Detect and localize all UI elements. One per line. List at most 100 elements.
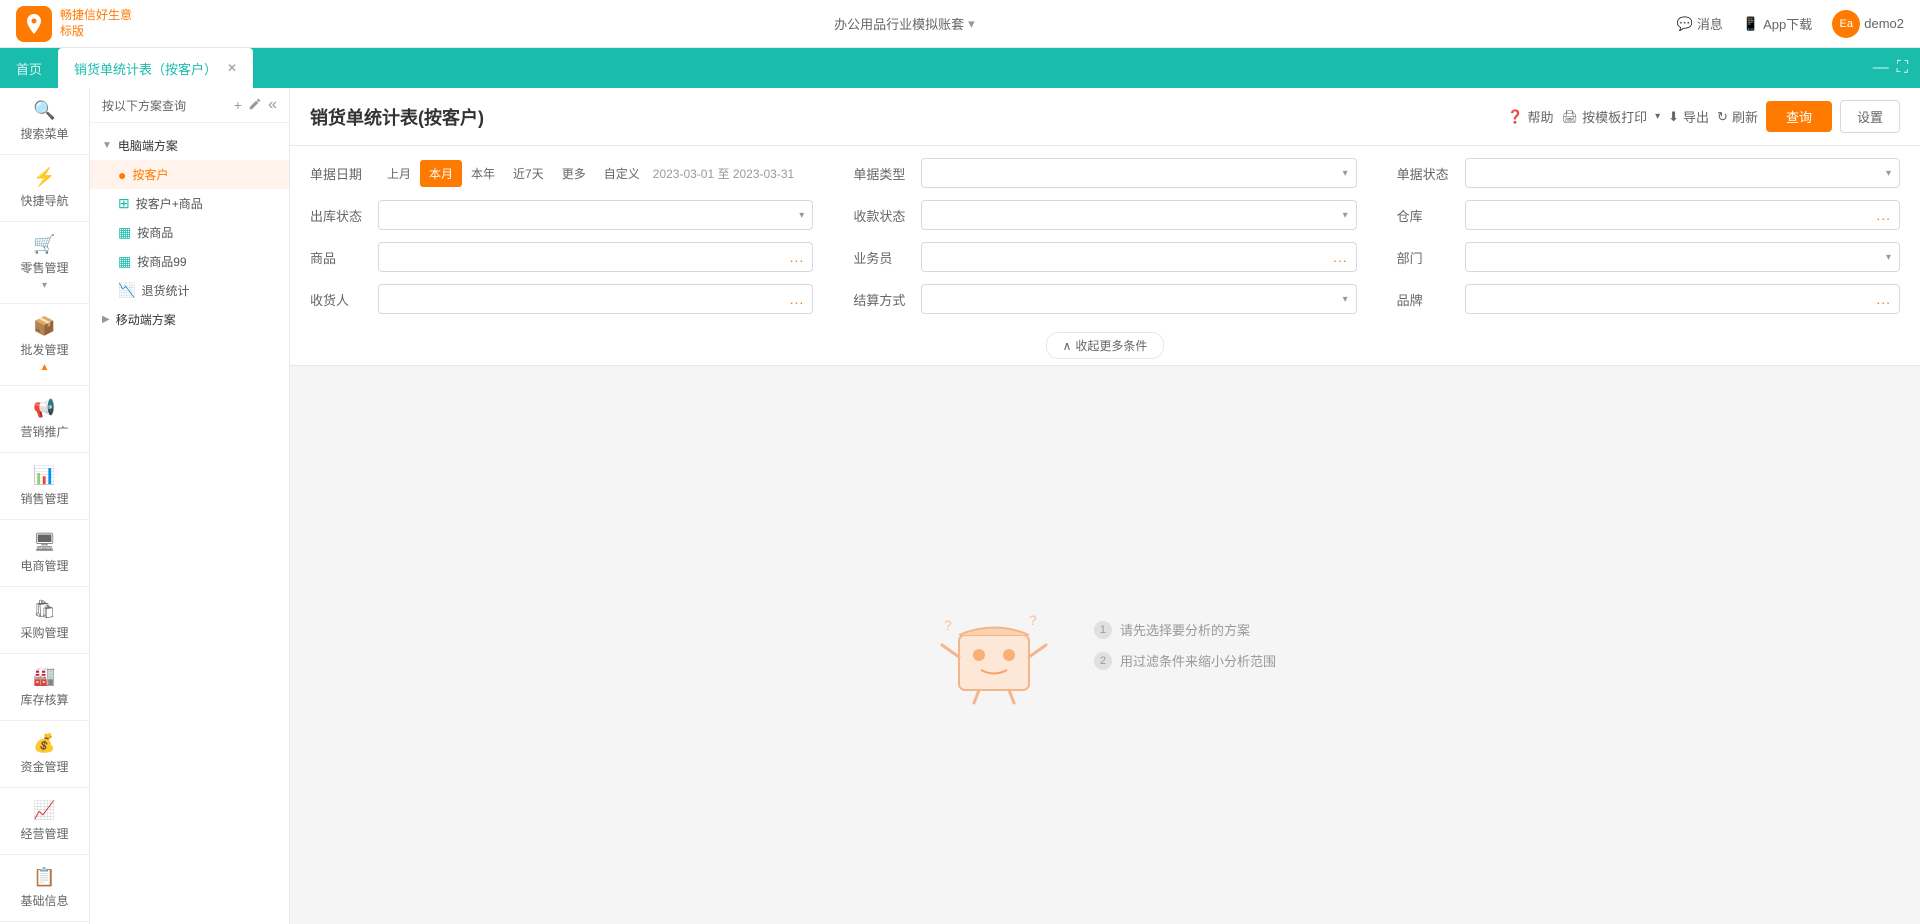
date-tab-lastmonth[interactable]: 上月: [378, 160, 420, 187]
department-select[interactable]: ▾: [1465, 242, 1900, 272]
settings-btn[interactable]: 设置: [1840, 100, 1900, 133]
tab-sales-stat[interactable]: 销货单统计表（按客户） ✕: [58, 48, 253, 88]
print-btn[interactable]: 🖨 按模板打印 ▾: [1562, 107, 1661, 126]
filter-doc-type-control: ▾: [921, 158, 1356, 188]
export-btn[interactable]: ⬇ 导出: [1668, 107, 1709, 126]
filter-row-1: 单据日期 上月 本月 本年 近7天 更多 自定义 20: [310, 158, 1900, 188]
filter-warehouse: 仓库 ...: [1397, 200, 1900, 230]
logo-text: 畅捷信好生意 标版: [60, 8, 132, 39]
wholesale-expand-icon: ▲: [40, 362, 50, 373]
print-dropdown-arrow: ▾: [1655, 111, 1660, 122]
receiver-select[interactable]: ...: [378, 284, 813, 314]
scheme-edit-btn[interactable]: [248, 97, 262, 114]
scheme-add-btn[interactable]: +: [234, 97, 242, 113]
filter-row-3: 商品 ... 业务员: [310, 242, 1900, 272]
sidebar-item-basic[interactable]: 📋 基础信息: [0, 855, 89, 922]
tab-minimize-btn[interactable]: —: [1873, 59, 1889, 77]
salesperson-select[interactable]: ...: [921, 242, 1356, 272]
user-profile[interactable]: Ea demo2: [1832, 10, 1904, 38]
tree-item-by-customer-product[interactable]: ⊞ 按客户+商品: [90, 189, 289, 218]
basic-icon: 📋: [33, 867, 55, 888]
date-tab-last7[interactable]: 近7天: [504, 160, 553, 187]
tree-item-return-stats[interactable]: 📉 退货统计: [90, 276, 289, 305]
warehouse-select[interactable]: ...: [1465, 200, 1900, 230]
help-btn[interactable]: ❓ 帮助: [1507, 107, 1553, 126]
date-tab-more[interactable]: 更多: [553, 160, 595, 187]
sidebar-item-purchase[interactable]: 🛍 采购管理: [0, 587, 89, 654]
tree-item-by-customer[interactable]: ● 按客户: [90, 160, 289, 189]
scheme-header-actions: + «: [234, 96, 277, 114]
receiver-dots: ...: [790, 291, 805, 307]
print-icon: 🖨: [1562, 109, 1579, 125]
doc-type-chevron: ▾: [1343, 168, 1348, 179]
date-tab-thismonth[interactable]: 本月: [420, 160, 462, 187]
empty-tip-2: 2 用过滤条件来缩小分析范围: [1094, 651, 1276, 670]
settlement-select[interactable]: ▾: [921, 284, 1356, 314]
ship-status-select[interactable]: ▾: [378, 200, 813, 230]
quicknav-icon: ⚡: [33, 167, 55, 188]
breadcrumb-dropdown-icon[interactable]: ▾: [968, 16, 975, 32]
tree-group-desktop-label[interactable]: ▼ 电脑端方案: [90, 131, 289, 160]
app-download-btn[interactable]: 📱 App下载: [1743, 14, 1812, 33]
date-tab-custom[interactable]: 自定义: [595, 160, 649, 187]
message-icon: 💬: [1677, 16, 1693, 32]
warehouse-dots: ...: [1876, 207, 1891, 223]
tab-maximize-btn[interactable]: ⛶: [1897, 59, 1908, 77]
empty-tips: 1 请先选择要分析的方案 2 用过滤条件来缩小分析范围: [1094, 620, 1276, 670]
product-select[interactable]: ...: [378, 242, 813, 272]
sidebar-item-retail[interactable]: 🛒 零售管理 ▾: [0, 222, 89, 304]
finance-icon: 💰: [33, 733, 55, 754]
filter-row-4: 收货人 ... 结算方式: [310, 284, 1900, 314]
svg-text:?: ?: [944, 617, 952, 633]
main-content: 销货单统计表(按客户) ❓ 帮助 🖨 按模板打印 ▾ ⬇ 导出: [290, 88, 1920, 924]
doc-type-select[interactable]: ▾: [921, 158, 1356, 188]
sidebar-item-inventory[interactable]: 🏭 库存核算: [0, 654, 89, 721]
sidebar-item-sales[interactable]: 📊 销售管理: [0, 453, 89, 520]
scheme-tree: ▼ 电脑端方案 ● 按客户 ⊞ 按客户+商品 ▦ 按商品: [90, 123, 289, 924]
empty-illustration: ? ?: [934, 585, 1054, 705]
query-btn[interactable]: 查询: [1766, 101, 1832, 132]
tab-home[interactable]: 首页: [0, 48, 58, 88]
sidebar-item-finance[interactable]: 💰 资金管理: [0, 721, 89, 788]
ship-chevron: ▾: [799, 210, 804, 221]
logo-area: 畅捷信好生意 标版: [16, 6, 132, 42]
brand-select[interactable]: ...: [1465, 284, 1900, 314]
search-icon: 🔍: [33, 100, 55, 121]
filter-payment-status: 收款状态 ▾: [853, 200, 1356, 230]
message-btn[interactable]: 💬 消息: [1677, 14, 1723, 33]
filter-receiver: 收货人 ...: [310, 284, 813, 314]
sidebar-item-wholesale[interactable]: 📦 批发管理 ▲: [0, 304, 89, 386]
empty-tip-1: 1 请先选择要分析的方案: [1094, 620, 1276, 639]
mobile-group-arrow: ▶: [102, 314, 110, 325]
page-title: 销货单统计表(按客户): [310, 104, 484, 130]
tree-group-mobile-label[interactable]: ▶ 移动端方案: [90, 305, 289, 334]
top-header: 畅捷信好生意 标版 办公用品行业模拟账套 ▾ 💬 消息 📱 App下载 Ea d…: [0, 0, 1920, 48]
filter-warehouse-control: ...: [1465, 200, 1900, 230]
sidebar-item-ecommerce[interactable]: 🖥 电商管理: [0, 520, 89, 587]
filter-receiver-control: ...: [378, 284, 813, 314]
sidebar: 🔍 搜索菜单 ⚡ 快捷导航 🛒 零售管理 ▾ 📦 批发管理 ▲ 📢 营销推广 📊…: [0, 88, 90, 924]
collapse-btn[interactable]: ∧ 收起更多条件: [1046, 332, 1165, 359]
product-dots: ...: [790, 249, 805, 265]
sidebar-item-marketing[interactable]: 📢 营销推广: [0, 386, 89, 453]
sales-icon: 📊: [33, 465, 55, 486]
sidebar-item-quicknav[interactable]: ⚡ 快捷导航: [0, 155, 89, 222]
sidebar-item-search[interactable]: 🔍 搜索菜单: [0, 88, 89, 155]
filter-payment-control: ▾: [921, 200, 1356, 230]
tree-item-by-product[interactable]: ▦ 按商品: [90, 218, 289, 247]
scheme-collapse-btn[interactable]: «: [268, 96, 277, 114]
date-tab-thisyear[interactable]: 本年: [462, 160, 504, 187]
tab-close-btn[interactable]: ✕: [227, 61, 237, 75]
payment-status-select[interactable]: ▾: [921, 200, 1356, 230]
filter-brand: 品牌 ...: [1397, 284, 1900, 314]
refresh-btn[interactable]: ↻ 刷新: [1717, 107, 1758, 126]
user-avatar: Ea: [1832, 10, 1860, 38]
collapse-bar: ∧ 收起更多条件: [290, 326, 1920, 366]
tree-item-by-product-99[interactable]: ▦ 按商品99: [90, 247, 289, 276]
filter-date: 单据日期 上月 本月 本年 近7天 更多 自定义 20: [310, 160, 813, 187]
header-right: 💬 消息 📱 App下载 Ea demo2: [1677, 10, 1904, 38]
download-icon: 📱: [1743, 16, 1759, 32]
date-tabs: 上月 本月 本年 近7天 更多 自定义: [378, 160, 649, 187]
doc-status-select[interactable]: ▾: [1465, 158, 1900, 188]
sidebar-item-operations[interactable]: 📈 经营管理: [0, 788, 89, 855]
